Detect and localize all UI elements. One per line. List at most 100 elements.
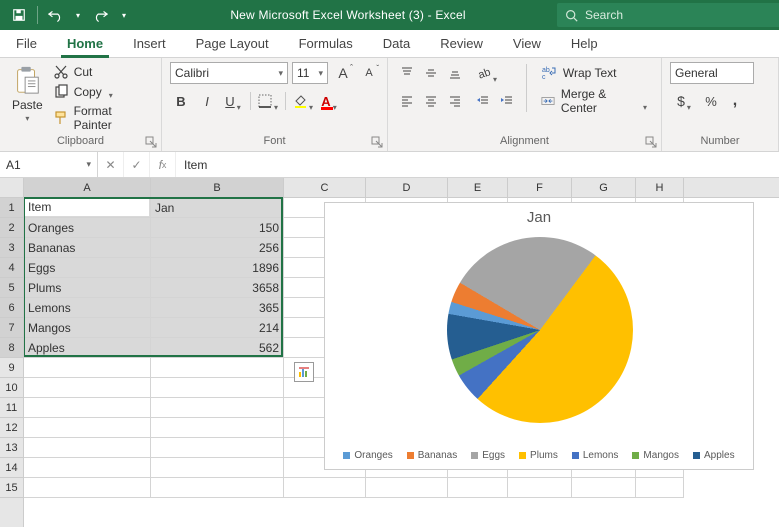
row-header-1[interactable]: 1 bbox=[0, 198, 23, 218]
align-bottom-button[interactable] bbox=[444, 62, 466, 84]
undo-dropdown[interactable]: ▾ bbox=[71, 2, 85, 28]
tab-view[interactable]: View bbox=[507, 30, 547, 57]
align-top-button[interactable] bbox=[396, 62, 418, 84]
cell-B5[interactable]: 3658 bbox=[151, 278, 284, 298]
cell-A6[interactable]: Lemons bbox=[24, 298, 151, 318]
font-name-combo[interactable]: Calibri▾ bbox=[170, 62, 288, 84]
cell-B15[interactable] bbox=[151, 478, 284, 498]
cell-B1[interactable]: Jan bbox=[151, 198, 284, 218]
qat-customize[interactable]: ▾ bbox=[115, 2, 133, 28]
cell-E15[interactable] bbox=[448, 478, 508, 498]
align-middle-button[interactable] bbox=[420, 62, 442, 84]
tab-home[interactable]: Home bbox=[61, 30, 109, 57]
row-header-6[interactable]: 6 bbox=[0, 298, 23, 318]
cell-A7[interactable]: Mangos bbox=[24, 318, 151, 338]
tab-review[interactable]: Review bbox=[434, 30, 489, 57]
row-header-15[interactable]: 15 bbox=[0, 478, 23, 498]
row-header-11[interactable]: 11 bbox=[0, 398, 23, 418]
cell-A12[interactable] bbox=[24, 418, 151, 438]
row-header-2[interactable]: 2 bbox=[0, 218, 23, 238]
col-header-B[interactable]: B bbox=[151, 178, 284, 197]
tab-page-layout[interactable]: Page Layout bbox=[190, 30, 275, 57]
align-right-button[interactable] bbox=[444, 90, 466, 112]
font-size-combo[interactable]: 11▾ bbox=[292, 62, 328, 84]
tab-help[interactable]: Help bbox=[565, 30, 604, 57]
cut-button[interactable]: Cut bbox=[53, 64, 153, 80]
font-color-button[interactable]: A ▾ bbox=[318, 90, 340, 112]
cell-B3[interactable]: 256 bbox=[151, 238, 284, 258]
format-painter-button[interactable]: Format Painter bbox=[53, 104, 153, 132]
tab-file[interactable]: File bbox=[10, 30, 43, 57]
redo-button[interactable] bbox=[87, 2, 113, 28]
cell-B4[interactable]: 1896 bbox=[151, 258, 284, 278]
row-header-9[interactable]: 9 bbox=[0, 358, 23, 378]
cancel-formula-button[interactable]: ✕ bbox=[98, 152, 124, 177]
cell-B13[interactable] bbox=[151, 438, 284, 458]
increase-indent-button[interactable] bbox=[496, 90, 518, 112]
copy-button[interactable]: Copy ▾ bbox=[53, 84, 153, 100]
col-header-C[interactable]: C bbox=[284, 178, 366, 197]
cell-A8[interactable]: Apples bbox=[24, 338, 151, 358]
decrease-font-button[interactable]: Aˇ bbox=[358, 62, 380, 84]
fill-color-button[interactable]: ▾ bbox=[292, 90, 314, 112]
italic-button[interactable]: I bbox=[196, 90, 218, 112]
cell-C15[interactable] bbox=[284, 478, 366, 498]
cell-A15[interactable] bbox=[24, 478, 151, 498]
align-center-button[interactable] bbox=[420, 90, 442, 112]
cell-A5[interactable]: Plums bbox=[24, 278, 151, 298]
decrease-indent-button[interactable] bbox=[472, 90, 494, 112]
font-launcher-icon[interactable] bbox=[371, 136, 383, 148]
col-header-A[interactable]: A bbox=[24, 178, 151, 197]
row-header-10[interactable]: 10 bbox=[0, 378, 23, 398]
pie-chart[interactable]: Jan OrangesBananasEggsPlumsLemonsMangosA… bbox=[324, 202, 754, 470]
cell-A11[interactable] bbox=[24, 398, 151, 418]
underline-button[interactable]: U▾ bbox=[222, 90, 244, 112]
cell-H15[interactable] bbox=[636, 478, 684, 498]
number-format-combo[interactable]: General bbox=[670, 62, 754, 84]
cell-B10[interactable] bbox=[151, 378, 284, 398]
cell-A13[interactable] bbox=[24, 438, 151, 458]
cell-A2[interactable]: Oranges bbox=[24, 218, 151, 238]
bold-button[interactable]: B bbox=[170, 90, 192, 112]
col-header-F[interactable]: F bbox=[508, 178, 572, 197]
accounting-format-button[interactable]: $▾ bbox=[670, 90, 698, 112]
row-header-8[interactable]: 8 bbox=[0, 338, 23, 358]
col-header-H[interactable]: H bbox=[636, 178, 684, 197]
cell-D15[interactable] bbox=[366, 478, 448, 498]
row-header-7[interactable]: 7 bbox=[0, 318, 23, 338]
cell-B9[interactable] bbox=[151, 358, 284, 378]
name-box[interactable]: A1▾ bbox=[0, 152, 98, 177]
paste-button[interactable]: Paste ▾ bbox=[8, 62, 47, 125]
row-header-5[interactable]: 5 bbox=[0, 278, 23, 298]
row-header-13[interactable]: 13 bbox=[0, 438, 23, 458]
cell-F15[interactable] bbox=[508, 478, 572, 498]
row-header-3[interactable]: 3 bbox=[0, 238, 23, 258]
row-header-14[interactable]: 14 bbox=[0, 458, 23, 478]
cell-B6[interactable]: 365 bbox=[151, 298, 284, 318]
col-header-G[interactable]: G bbox=[572, 178, 636, 197]
select-all-triangle[interactable] bbox=[0, 178, 23, 198]
col-header-D[interactable]: D bbox=[366, 178, 448, 197]
cell-B7[interactable]: 214 bbox=[151, 318, 284, 338]
quick-analysis-button[interactable] bbox=[294, 362, 314, 382]
clipboard-launcher-icon[interactable] bbox=[145, 136, 157, 148]
wrap-text-button[interactable]: abc Wrap Text bbox=[535, 62, 653, 84]
col-header-E[interactable]: E bbox=[448, 178, 508, 197]
search-box[interactable]: Search bbox=[557, 3, 779, 27]
cell-B14[interactable] bbox=[151, 458, 284, 478]
undo-button[interactable] bbox=[43, 2, 69, 28]
enter-formula-button[interactable]: ✓ bbox=[124, 152, 150, 177]
alignment-launcher-icon[interactable] bbox=[645, 136, 657, 148]
cell-B11[interactable] bbox=[151, 398, 284, 418]
formula-bar-value[interactable]: Item bbox=[176, 152, 215, 177]
merge-center-button[interactable]: Merge & Center ▾ bbox=[535, 90, 653, 112]
cell-A14[interactable] bbox=[24, 458, 151, 478]
align-left-button[interactable] bbox=[396, 90, 418, 112]
cell-B2[interactable]: 150 bbox=[151, 218, 284, 238]
tab-data[interactable]: Data bbox=[377, 30, 416, 57]
tab-formulas[interactable]: Formulas bbox=[293, 30, 359, 57]
row-header-12[interactable]: 12 bbox=[0, 418, 23, 438]
fx-button[interactable]: fx bbox=[150, 152, 176, 177]
cell-A3[interactable]: Bananas bbox=[24, 238, 151, 258]
increase-font-button[interactable]: Aˆ bbox=[332, 62, 354, 84]
